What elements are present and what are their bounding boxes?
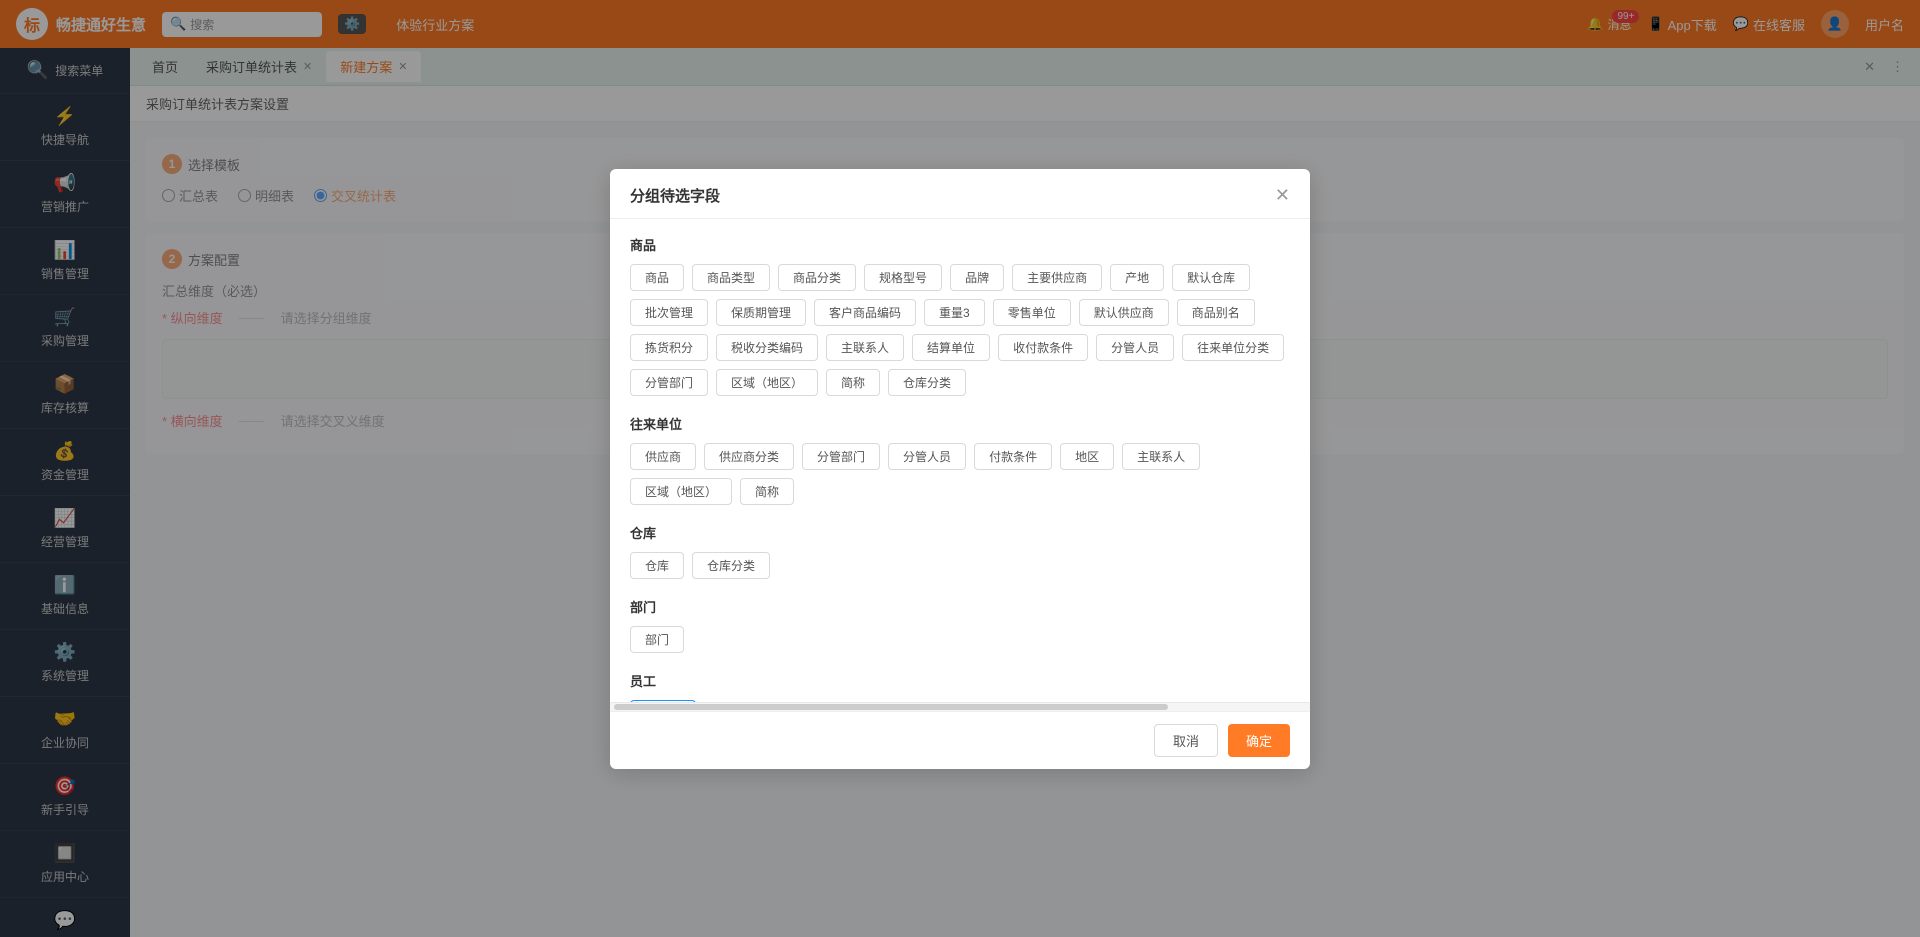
field-tag[interactable]: 默认供应商 xyxy=(1079,299,1169,326)
field-tag[interactable]: 商品别名 xyxy=(1177,299,1255,326)
field-tag[interactable]: 主联系人 xyxy=(826,334,904,361)
field-tag[interactable]: 分管部门 xyxy=(630,369,708,396)
section-staff-title: 员工 xyxy=(630,671,1290,690)
field-tag[interactable]: 结算单位 xyxy=(912,334,990,361)
field-tag[interactable]: 规格型号 xyxy=(864,264,942,291)
section-dept-title: 部门 xyxy=(630,597,1290,616)
section-partner: 往来单位 供应商 供应商分类 分管部门 分管人员 付款条件 地区 主联系人 区域… xyxy=(630,414,1290,505)
field-tag[interactable]: 仓库 xyxy=(630,552,684,579)
field-tag[interactable]: 主要供应商 xyxy=(1012,264,1102,291)
modal-body: 商品 商品 商品类型 商品分类 规格型号 品牌 主要供应商 产地 默认仓库 批次… xyxy=(610,219,1310,702)
field-tag[interactable]: 拣货积分 xyxy=(630,334,708,361)
field-tag[interactable]: 主联系人 xyxy=(1122,443,1200,470)
section-staff: 员工 业务员 xyxy=(630,671,1290,702)
section-product-title: 商品 xyxy=(630,235,1290,254)
field-tag[interactable]: 商品分类 xyxy=(778,264,856,291)
field-tag[interactable]: 分管人员 xyxy=(888,443,966,470)
field-tag[interactable]: 部门 xyxy=(630,626,684,653)
modal-close-btn[interactable]: ✕ xyxy=(1275,185,1290,206)
field-tag[interactable]: 重量3 xyxy=(924,299,985,326)
section-warehouse-title: 仓库 xyxy=(630,523,1290,542)
section-warehouse-fields: 仓库 仓库分类 xyxy=(630,552,1290,579)
section-product-fields: 商品 商品类型 商品分类 规格型号 品牌 主要供应商 产地 默认仓库 批次管理 … xyxy=(630,264,1290,396)
modal-overlay[interactable]: 分组待选字段 ✕ 商品 商品 商品类型 商品分类 规格型号 品牌 主要供应商 产… xyxy=(0,0,1920,937)
field-tag[interactable]: 简称 xyxy=(740,478,794,505)
field-tag[interactable]: 地区 xyxy=(1060,443,1114,470)
section-partner-fields: 供应商 供应商分类 分管部门 分管人员 付款条件 地区 主联系人 区域（地区） … xyxy=(630,443,1290,505)
field-tag[interactable]: 保质期管理 xyxy=(716,299,806,326)
section-partner-title: 往来单位 xyxy=(630,414,1290,433)
field-tag[interactable]: 分管部门 xyxy=(802,443,880,470)
field-tag[interactable]: 付款条件 xyxy=(974,443,1052,470)
modal-header: 分组待选字段 ✕ xyxy=(610,169,1310,219)
field-tag[interactable]: 往来单位分类 xyxy=(1182,334,1284,361)
field-tag[interactable]: 产地 xyxy=(1110,264,1164,291)
field-tag[interactable]: 客户商品编码 xyxy=(814,299,916,326)
field-tag[interactable]: 商品 xyxy=(630,264,684,291)
field-tag[interactable]: 区域（地区） xyxy=(716,369,818,396)
modal-title: 分组待选字段 xyxy=(630,185,720,206)
field-tag[interactable]: 供应商 xyxy=(630,443,696,470)
field-tag[interactable]: 仓库分类 xyxy=(888,369,966,396)
field-tag[interactable]: 分管人员 xyxy=(1096,334,1174,361)
field-tag[interactable]: 区域（地区） xyxy=(630,478,732,505)
modal-cancel-btn[interactable]: 取消 xyxy=(1154,724,1218,757)
field-tag[interactable]: 品牌 xyxy=(950,264,1004,291)
field-tag[interactable]: 税收分类编码 xyxy=(716,334,818,361)
field-tag[interactable]: 简称 xyxy=(826,369,880,396)
section-dept-fields: 部门 xyxy=(630,626,1290,653)
field-tag[interactable]: 零售单位 xyxy=(993,299,1071,326)
field-tag[interactable]: 仓库分类 xyxy=(692,552,770,579)
field-tag[interactable]: 批次管理 xyxy=(630,299,708,326)
section-warehouse: 仓库 仓库 仓库分类 xyxy=(630,523,1290,579)
field-tag[interactable]: 供应商分类 xyxy=(704,443,794,470)
modal-footer: 取消 确定 xyxy=(610,711,1310,769)
modal-dialog: 分组待选字段 ✕ 商品 商品 商品类型 商品分类 规格型号 品牌 主要供应商 产… xyxy=(610,169,1310,769)
section-product: 商品 商品 商品类型 商品分类 规格型号 品牌 主要供应商 产地 默认仓库 批次… xyxy=(630,235,1290,396)
section-dept: 部门 部门 xyxy=(630,597,1290,653)
modal-confirm-btn[interactable]: 确定 xyxy=(1228,724,1290,757)
field-tag[interactable]: 商品类型 xyxy=(692,264,770,291)
field-tag[interactable]: 收付款条件 xyxy=(998,334,1088,361)
horizontal-scrollbar[interactable] xyxy=(610,702,1310,711)
scrollbar-thumb xyxy=(614,704,1168,710)
field-tag[interactable]: 默认仓库 xyxy=(1172,264,1250,291)
